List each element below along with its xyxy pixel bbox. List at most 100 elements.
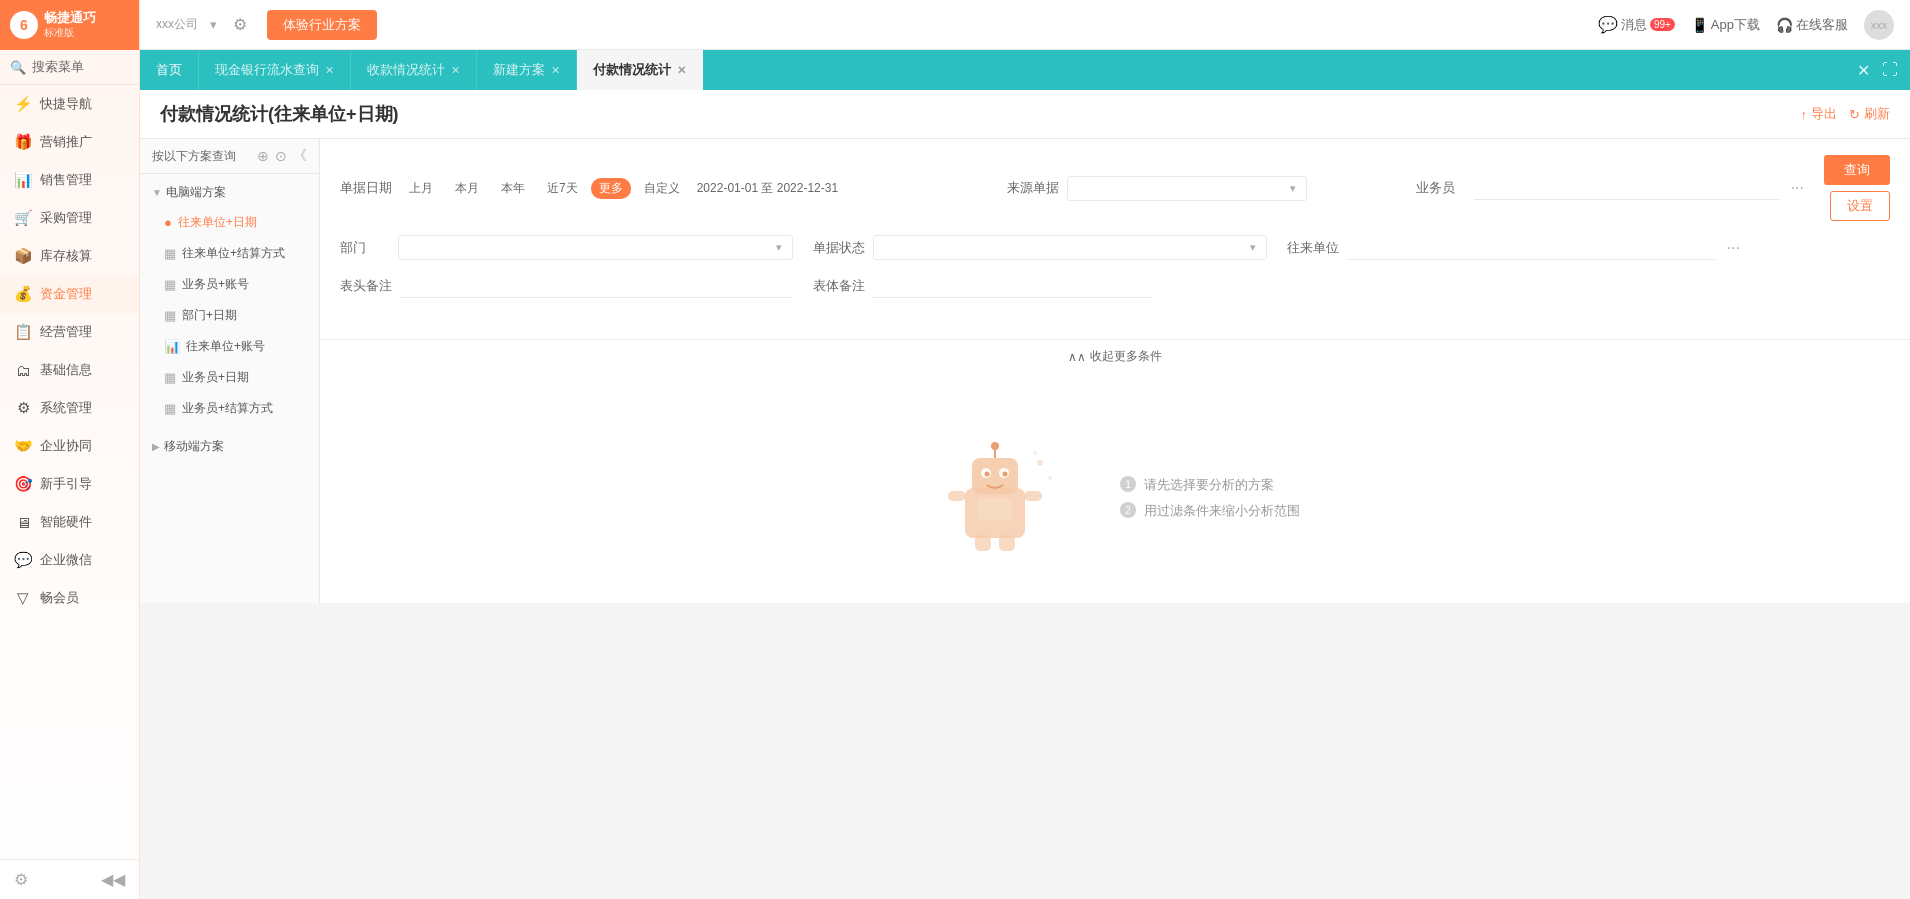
tab-close-new-plan[interactable]: ✕ xyxy=(551,64,560,77)
query-btn[interactable]: 查询 xyxy=(1824,155,1890,185)
svg-rect-11 xyxy=(999,535,1015,551)
refresh-btn[interactable]: ↻ 刷新 xyxy=(1849,105,1890,123)
tab-close-cash-flow[interactable]: ✕ xyxy=(325,64,334,77)
tab-close-payments[interactable]: ✕ xyxy=(677,64,686,77)
date-btn-7days[interactable]: 近7天 xyxy=(538,177,587,200)
partner-dots-icon[interactable]: ··· xyxy=(1727,239,1740,257)
source-select-arrow: ▾ xyxy=(1290,182,1296,195)
collapse-sidebar-icon[interactable]: ◀◀ xyxy=(101,870,125,889)
sidebar-item-enterprise[interactable]: 🤝 企业协同 xyxy=(0,427,139,465)
docstatus-select[interactable]: ▾ xyxy=(873,235,1266,260)
scheme-item-staff-date[interactable]: ▦ 业务员+日期 xyxy=(140,362,319,393)
staff-input[interactable] xyxy=(1474,176,1779,200)
date-btn-this-year[interactable]: 本年 xyxy=(492,177,534,200)
partner-input[interactable] xyxy=(1347,236,1715,260)
date-btn-this-month[interactable]: 本月 xyxy=(446,177,488,200)
collapse-scheme-icon[interactable]: 《 xyxy=(293,147,307,165)
tab-close-receivables[interactable]: ✕ xyxy=(451,64,460,77)
page-header: 付款情况统计(往来单位+日期) ↑ 导出 ↻ 刷新 xyxy=(140,90,1910,139)
sidebar-logo: 6 畅捷通巧 标准版 xyxy=(0,0,139,50)
sidebar-item-system[interactable]: ⚙ 系统管理 xyxy=(0,389,139,427)
user-avatar[interactable]: xxx xyxy=(1864,10,1894,40)
scheme-item-dept-date[interactable]: ▦ 部门+日期 xyxy=(140,300,319,331)
filter-area: 单据日期 上月 本月 本年 近7天 更多 自定义 2022-01-01 至 20… xyxy=(320,139,1910,339)
filter-row-2: 部门 ▾ 单据状态 ▾ xyxy=(340,235,1890,260)
source-label: 来源单据 xyxy=(1007,179,1059,197)
collapse-filter-bar[interactable]: ∧∧ 收起更多条件 xyxy=(320,339,1910,373)
add-scheme-icon[interactable]: ⊕ xyxy=(257,148,269,164)
header-note-label: 表头备注 xyxy=(340,277,392,295)
export-btn[interactable]: ↑ 导出 xyxy=(1801,105,1838,123)
search-icon: 🔍 xyxy=(10,60,26,75)
tab-payments[interactable]: 付款情况统计 ✕ xyxy=(577,50,703,90)
search-menu[interactable]: 🔍 搜索菜单 xyxy=(0,50,139,85)
sidebar-item-guide[interactable]: 🎯 新手引导 xyxy=(0,465,139,503)
dropdown-arrow-icon[interactable]: ▾ xyxy=(210,17,217,32)
docstatus-select-arrow: ▾ xyxy=(1250,241,1256,254)
date-btn-last-month[interactable]: 上月 xyxy=(400,177,442,200)
scheme-item-staff-settlement[interactable]: ▦ 业务员+结算方式 xyxy=(140,393,319,424)
scheme-settings-icon[interactable]: ⊙ xyxy=(275,148,287,164)
filter-row-1: 单据日期 上月 本月 本年 近7天 更多 自定义 2022-01-01 至 20… xyxy=(340,155,1890,221)
scheme-item-icon-sd: ▦ xyxy=(164,370,176,385)
scheme-pc-title[interactable]: ▼ 电脑端方案 xyxy=(140,178,319,207)
enterprise-icon: 🤝 xyxy=(14,437,32,455)
tab-close-window-icon[interactable]: ✕ xyxy=(1857,61,1870,80)
scheme-item-partner-date[interactable]: ● 往来单位+日期 xyxy=(140,207,319,238)
empty-hints: 1 请先选择要分析的方案 2 用过滤条件来缩小分析范围 xyxy=(1120,476,1300,520)
topbar: xxx公司 ▾ ⚙ 体验行业方案 💬 消息 99+ 📱 App下载 🎧 在线客服… xyxy=(140,0,1910,50)
date-btn-more[interactable]: 更多 xyxy=(591,178,631,199)
date-range-text: 2022-01-01 至 2022-12-31 xyxy=(697,180,838,197)
source-select[interactable]: ▾ xyxy=(1067,176,1307,201)
sidebar-item-vip[interactable]: ▽ 畅会员 xyxy=(0,579,139,617)
sidebar-item-operations[interactable]: 📋 经营管理 xyxy=(0,313,139,351)
scheme-mobile-section: ▶ 移动端方案 xyxy=(140,428,319,465)
sidebar-item-inventory[interactable]: 📦 库存核算 xyxy=(0,237,139,275)
svg-point-13 xyxy=(1037,460,1043,466)
sidebar-item-purchase[interactable]: 🛒 采购管理 xyxy=(0,199,139,237)
svg-point-7 xyxy=(991,442,999,450)
tab-new-plan[interactable]: 新建方案 ✕ xyxy=(477,50,577,90)
mobile-section-arrow: ▶ xyxy=(152,441,160,452)
sidebar-item-marketing[interactable]: 🎁 营销推广 xyxy=(0,123,139,161)
body-note-input[interactable] xyxy=(873,274,1153,298)
hint-row-1: 1 请先选择要分析的方案 xyxy=(1120,476,1300,494)
msg-icon[interactable]: 💬 消息 99+ xyxy=(1598,15,1675,34)
settings-btn[interactable]: 设置 xyxy=(1830,191,1890,221)
sidebar-item-hardware[interactable]: 🖥 智能硬件 xyxy=(0,503,139,541)
scheme-item-partner-settlement[interactable]: ▦ 往来单位+结算方式 xyxy=(140,238,319,269)
dept-select[interactable]: ▾ xyxy=(398,235,793,260)
svg-point-15 xyxy=(1033,451,1037,455)
header-note-input[interactable] xyxy=(400,274,793,298)
tab-cash-flow[interactable]: 现金银行流水查询 ✕ xyxy=(199,50,351,90)
sidebar-item-basics[interactable]: 🗂 基础信息 xyxy=(0,351,139,389)
content-area: 按以下方案查询 ⊕ ⊙ 《 ▼ 电脑端方案 ● 往来单位+日期 xyxy=(140,139,1910,603)
filter-right: 单据日期 上月 本月 本年 近7天 更多 自定义 2022-01-01 至 20… xyxy=(320,139,1910,603)
filter-action-btns: 查询 设置 xyxy=(1824,155,1890,221)
scheme-mobile-title[interactable]: ▶ 移动端方案 xyxy=(140,432,319,461)
sidebar-item-capital[interactable]: 💰 资金管理 xyxy=(0,275,139,313)
sidebar-item-sales[interactable]: 📊 销售管理 xyxy=(0,161,139,199)
app-download-link[interactable]: 📱 App下载 xyxy=(1691,16,1760,34)
online-service-link[interactable]: 🎧 在线客服 xyxy=(1776,16,1848,34)
tab-receivables[interactable]: 收款情况统计 ✕ xyxy=(351,50,477,90)
system-icon: ⚙ xyxy=(14,399,32,417)
sidebar-item-quick-nav[interactable]: ⚡ 快捷导航 xyxy=(0,85,139,123)
sidebar-item-wechat[interactable]: 💬 企业微信 xyxy=(0,541,139,579)
trial-btn[interactable]: 体验行业方案 xyxy=(267,10,377,40)
tab-maximize-icon[interactable]: ⛶ xyxy=(1882,61,1898,80)
scheme-pc-section: ▼ 电脑端方案 ● 往来单位+日期 ▦ 往来单位+结算方式 ▦ 业务员+账号 xyxy=(140,174,319,428)
scheme-item-partner-account[interactable]: 📊 往来单位+账号 xyxy=(140,331,319,362)
date-btn-custom[interactable]: 自定义 xyxy=(635,177,689,200)
staff-dots-icon[interactable]: ··· xyxy=(1791,179,1804,197)
settings-icon[interactable]: ⚙ xyxy=(14,870,28,889)
scheme-item-icon-pa: 📊 xyxy=(164,339,180,354)
topbar-settings-icon[interactable]: ⚙ xyxy=(233,15,247,34)
logo-icon: 6 xyxy=(10,11,38,39)
sidebar: 6 畅捷通巧 标准版 🔍 搜索菜单 ⚡ 快捷导航 🎁 营销推广 📊 销售管理 🛒… xyxy=(0,0,140,899)
sidebar-nav: ⚡ 快捷导航 🎁 营销推广 📊 销售管理 🛒 采购管理 📦 库存核算 💰 资金管… xyxy=(0,85,139,859)
scheme-item-staff-account[interactable]: ▦ 业务员+账号 xyxy=(140,269,319,300)
body-note-label: 表体备注 xyxy=(813,277,865,295)
tab-home[interactable]: 首页 xyxy=(140,50,199,90)
svg-point-14 xyxy=(1048,476,1052,480)
